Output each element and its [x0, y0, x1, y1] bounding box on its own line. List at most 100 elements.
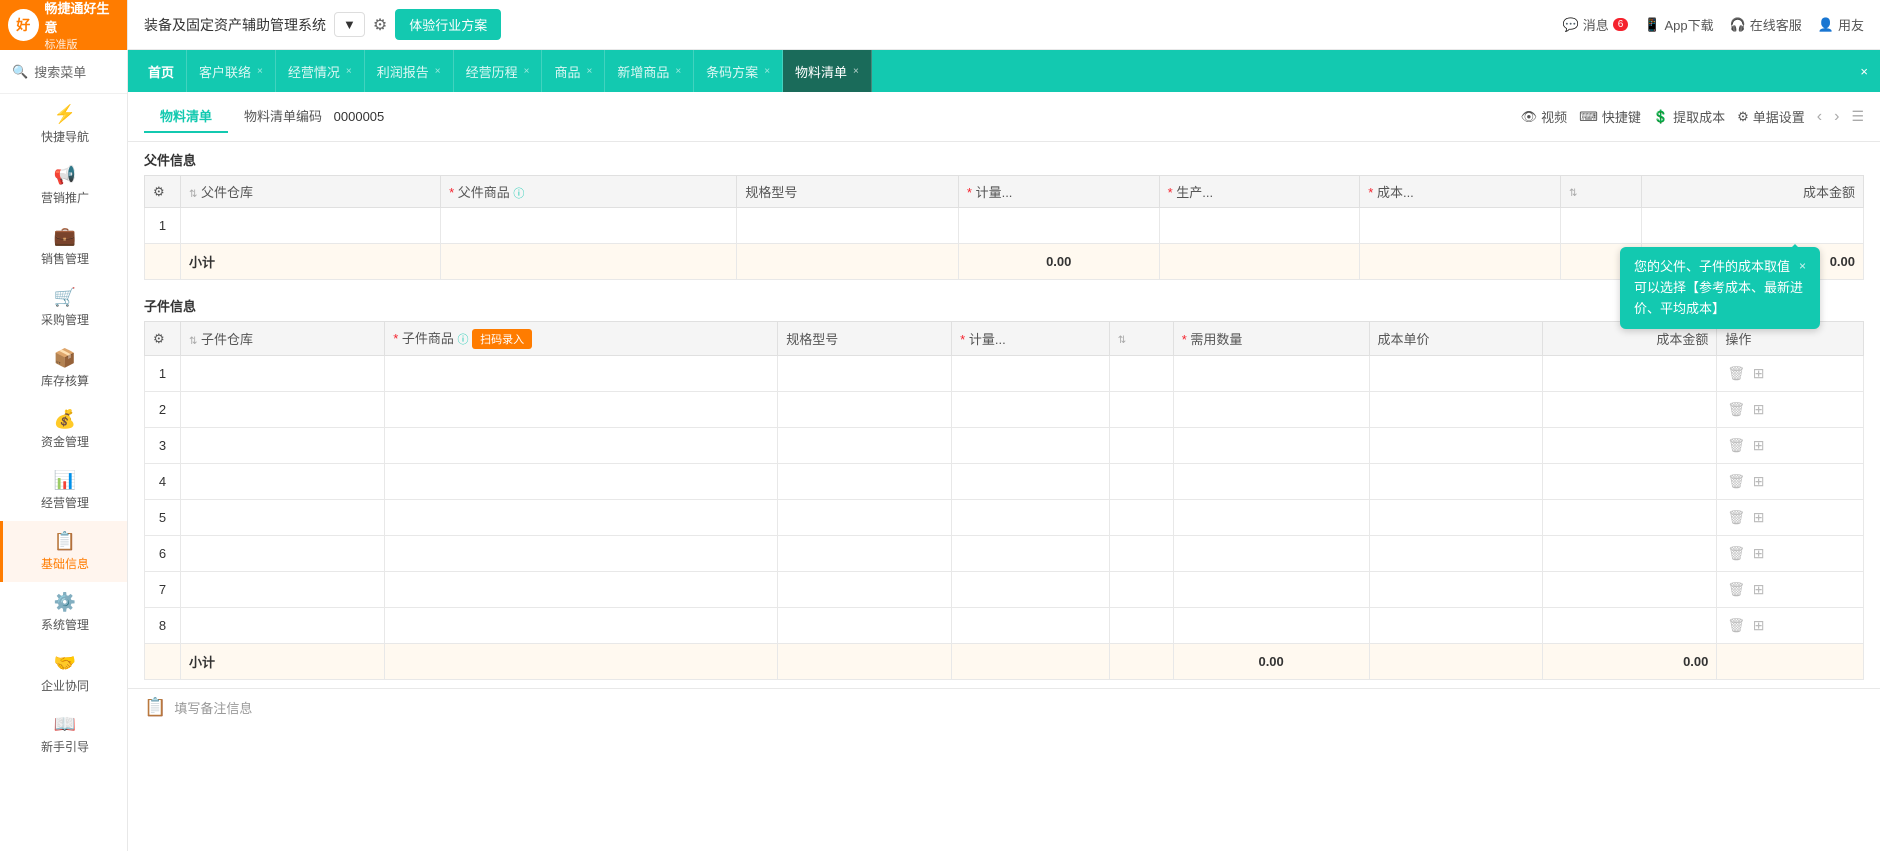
parent-row-1-unit[interactable]	[958, 208, 1159, 244]
parent-row-1-production[interactable]	[1159, 208, 1360, 244]
sidebar-item-purchase[interactable]: 🛒 采购管理	[0, 277, 127, 338]
sidebar-item-finance[interactable]: 💰 资金管理	[0, 399, 127, 460]
sidebar-item-guide[interactable]: 📖 新手引导	[0, 704, 127, 765]
system-dropdown[interactable]: ▼	[334, 12, 365, 37]
child-row-warehouse[interactable]	[181, 356, 385, 392]
tab-history-close[interactable]: ×	[524, 66, 530, 77]
sub-tab-bom-code[interactable]: 物料清单编码 0000005	[228, 100, 400, 133]
child-row-unit[interactable]	[952, 500, 1110, 536]
child-row-qty[interactable]	[1173, 608, 1369, 644]
delete-icon[interactable]: 🗑	[1727, 581, 1745, 597]
tab-operations-close[interactable]: ×	[346, 66, 352, 77]
sidebar-item-basic[interactable]: 📋 基础信息	[0, 521, 127, 582]
tab-goods-close[interactable]: ×	[586, 66, 592, 77]
tab-history[interactable]: 经营历程 ×	[454, 50, 543, 92]
tab-bom[interactable]: 物料清单 ×	[783, 50, 872, 92]
copy-icon[interactable]: ⊞	[1753, 617, 1765, 633]
tab-profit-close[interactable]: ×	[435, 66, 441, 77]
child-row-warehouse[interactable]	[181, 608, 385, 644]
grid-view-btn[interactable]: ☰	[1851, 108, 1864, 125]
child-row-warehouse[interactable]	[181, 572, 385, 608]
tab-barcode[interactable]: 条码方案 ×	[694, 50, 783, 92]
child-row-warehouse[interactable]	[181, 428, 385, 464]
nav-next-btn[interactable]: ›	[1834, 108, 1839, 126]
child-row-goods[interactable]	[385, 464, 778, 500]
sidebar-item-sales[interactable]: 💼 销售管理	[0, 216, 127, 277]
child-row-goods[interactable]	[385, 608, 778, 644]
user-menu[interactable]: 👤 用友	[1818, 15, 1864, 34]
parent-row-1-warehouse[interactable]	[181, 208, 441, 244]
child-row-goods[interactable]	[385, 536, 778, 572]
delete-icon[interactable]: 🗑	[1727, 617, 1745, 633]
child-row-goods[interactable]	[385, 500, 778, 536]
sidebar-item-ops[interactable]: 📊 经营管理	[0, 460, 127, 521]
extract-cost-action[interactable]: 💲 提取成本	[1653, 107, 1725, 126]
shortcut-action[interactable]: ⌨ 快捷键	[1579, 107, 1641, 126]
child-row-qty[interactable]	[1173, 500, 1369, 536]
child-row-goods[interactable]	[385, 572, 778, 608]
experience-btn[interactable]: 体验行业方案	[395, 9, 501, 40]
tab-goods[interactable]: 商品 ×	[542, 50, 605, 92]
tab-customers[interactable]: 客户联络 ×	[187, 50, 276, 92]
copy-icon[interactable]: ⊞	[1753, 437, 1765, 453]
close-all-tabs[interactable]: ×	[1856, 60, 1872, 83]
child-row-warehouse[interactable]	[181, 536, 385, 572]
child-row-warehouse[interactable]	[181, 500, 385, 536]
delete-icon[interactable]: 🗑	[1727, 401, 1745, 417]
child-row-warehouse[interactable]	[181, 464, 385, 500]
tooltip-close-btn[interactable]: ×	[1799, 257, 1806, 276]
sidebar-item-marketing[interactable]: 📢 营销推广	[0, 155, 127, 216]
delete-icon[interactable]: 🗑	[1727, 509, 1745, 525]
child-col-settings[interactable]: ⚙	[145, 322, 181, 356]
sidebar-item-collab[interactable]: 🤝 企业协同	[0, 643, 127, 704]
sidebar-item-inventory[interactable]: 📦 库存核算	[0, 338, 127, 399]
app-download-btn[interactable]: 📱 App下载	[1644, 15, 1713, 34]
tab-new-goods[interactable]: 新增商品 ×	[605, 50, 694, 92]
delete-icon[interactable]: 🗑	[1727, 473, 1745, 489]
delete-icon[interactable]: 🗑	[1727, 545, 1745, 561]
message-btn[interactable]: 💬 消息 6	[1563, 15, 1629, 34]
tab-home[interactable]: 首页	[136, 50, 187, 92]
tab-operations[interactable]: 经营情况 ×	[276, 50, 365, 92]
copy-icon[interactable]: ⊞	[1753, 401, 1765, 417]
child-row-goods[interactable]	[385, 392, 778, 428]
view-action[interactable]: 👁 视频	[1521, 107, 1568, 126]
child-row-qty[interactable]	[1173, 536, 1369, 572]
child-row-unit[interactable]	[952, 464, 1110, 500]
online-service-btn[interactable]: 🎧 在线客服	[1730, 15, 1802, 34]
parent-row-1-goods[interactable]	[441, 208, 737, 244]
child-row-unit[interactable]	[952, 608, 1110, 644]
child-row-qty[interactable]	[1173, 356, 1369, 392]
child-row-unit[interactable]	[952, 392, 1110, 428]
child-row-qty[interactable]	[1173, 428, 1369, 464]
gear-icon[interactable]: ⚙	[373, 15, 387, 35]
single-settings-action[interactable]: ⚙ 单据设置	[1737, 107, 1805, 126]
delete-icon[interactable]: 🗑	[1727, 437, 1745, 453]
scan-input-btn[interactable]: 扫码录入	[472, 329, 532, 349]
search-menu-button[interactable]: 🔍 搜索菜单	[8, 58, 119, 85]
sub-tab-bom-list[interactable]: 物料清单	[144, 100, 228, 133]
child-row-unit[interactable]	[952, 356, 1110, 392]
copy-icon[interactable]: ⊞	[1753, 365, 1765, 381]
child-row-goods[interactable]	[385, 356, 778, 392]
tab-bom-close[interactable]: ×	[853, 66, 859, 77]
copy-icon[interactable]: ⊞	[1753, 545, 1765, 561]
sort-icon[interactable]: ⇅	[189, 189, 197, 200]
child-row-qty[interactable]	[1173, 572, 1369, 608]
tab-customers-close[interactable]: ×	[257, 66, 263, 77]
copy-icon[interactable]: ⊞	[1753, 509, 1765, 525]
sidebar-item-system[interactable]: ⚙️ 系统管理	[0, 582, 127, 643]
parent-row-1-cost[interactable]	[1360, 208, 1561, 244]
child-row-warehouse[interactable]	[181, 392, 385, 428]
child-row-qty[interactable]	[1173, 392, 1369, 428]
child-row-unit[interactable]	[952, 428, 1110, 464]
child-row-unit[interactable]	[952, 536, 1110, 572]
tab-new-goods-close[interactable]: ×	[675, 66, 681, 77]
nav-prev-btn[interactable]: ‹	[1817, 108, 1822, 126]
delete-icon[interactable]: 🗑	[1727, 365, 1745, 381]
child-row-goods[interactable]	[385, 428, 778, 464]
copy-icon[interactable]: ⊞	[1753, 581, 1765, 597]
sidebar-item-quick-nav[interactable]: ⚡ 快捷导航	[0, 94, 127, 155]
child-row-unit[interactable]	[952, 572, 1110, 608]
tab-barcode-close[interactable]: ×	[764, 66, 770, 77]
